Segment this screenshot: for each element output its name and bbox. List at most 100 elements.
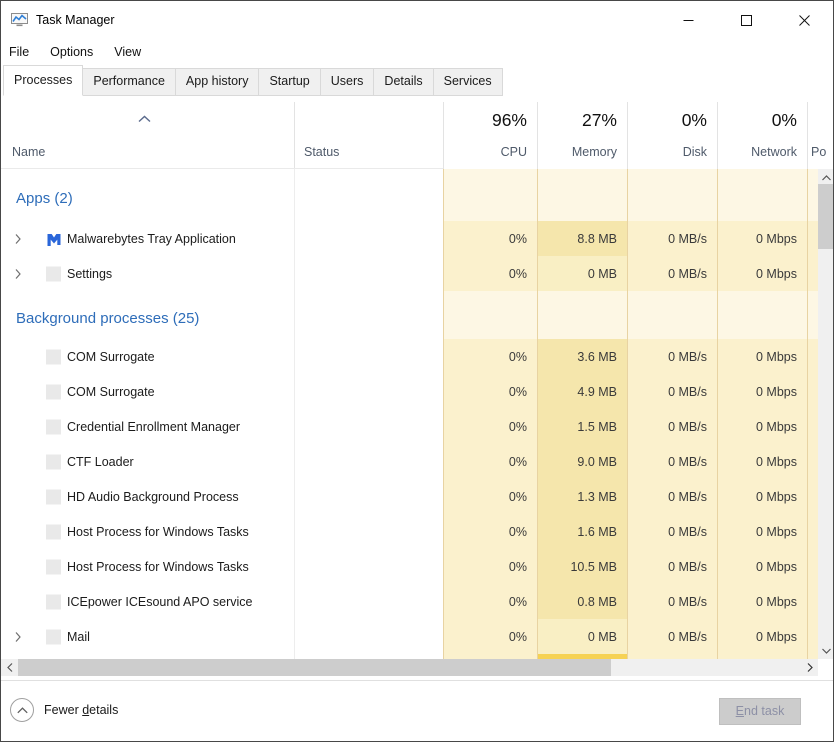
end-task-button[interactable]: End task [719,698,801,725]
process-name: COM Surrogate [67,349,155,364]
column-header-memory[interactable]: 27% Memory [538,96,627,169]
process-row[interactable]: HD Audio Background Process 0% 1.3 MB 0 MB/… [1,479,818,514]
maximize-icon [740,14,752,26]
memory-total-percent: 27% [581,110,617,130]
cpu-total-percent: 96% [491,110,527,130]
memory-cell: 4.9 MB [538,374,627,409]
power-cell-clipped [808,479,818,514]
header-divider [294,102,295,169]
group-row[interactable]: Apps (2) [1,169,818,221]
tab-startup[interactable]: Startup [258,68,321,96]
network-label: Network [751,145,797,159]
process-row[interactable]: Malwarebytes Tray Application 0% 8.8 MB 0 M… [1,221,818,256]
process-name: Host Process for Windows Tasks [67,524,249,539]
memory-cell: 10.5 MB [538,549,627,584]
memory-cell: 1.6 MB [538,514,627,549]
process-name: Malwarebytes Tray Application [67,231,236,246]
process-name: CTF Loader [67,454,134,469]
group-header-label: Background processes (25) [16,310,200,327]
column-header-network[interactable]: 0% Network [718,96,807,169]
column-header-disk[interactable]: 0% Disk [628,96,717,169]
tab-details[interactable]: Details [373,68,434,96]
cpu-cell: 0% [444,549,537,584]
vertical-scrollbar-thumb[interactable] [818,184,833,249]
power-cell-clipped [808,444,818,479]
power-cell-clipped [808,256,818,291]
process-row[interactable]: Mail 0% 0 MB 0 MB/s 0 Mbps [1,619,818,654]
process-row[interactable]: COM Surrogate 0% 4.9 MB 0 MB/s 0 Mbps [1,374,818,409]
generic-app-icon [46,594,61,609]
fewer-details-toggle[interactable]: Fewer details [10,698,118,722]
horizontal-scrollbar[interactable] [1,659,818,676]
close-button[interactable] [775,1,833,39]
process-name: ICEpower ICEsound APO service [67,594,253,609]
memory-cell: 1.5 MB [538,409,627,444]
power-cell-clipped [808,221,818,256]
scroll-right-button[interactable] [801,659,818,676]
cpu-cell: 0% [444,256,537,291]
cpu-cell: 0% [444,584,537,619]
generic-app-icon [46,454,61,469]
minimize-icon [683,19,693,21]
chevron-right-icon [807,663,813,672]
disk-cell: 0 MB/s [628,374,717,409]
scroll-left-button[interactable] [1,659,18,676]
tab-users[interactable]: Users [319,68,375,96]
column-header-cpu[interactable]: 96% CPU [444,96,537,169]
power-cell-clipped [808,619,818,654]
cpu-cell: 0% [444,619,537,654]
group-row[interactable]: Background processes (25) [1,291,818,339]
disk-cell: 0 MB/s [628,339,717,374]
column-header-row: Name Status 96% CPU 27% Memory 0% Disk 0… [1,96,833,169]
footer-bar: Fewer details End task [1,680,833,741]
process-row[interactable]: Host Process for Windows Tasks 0% 1.6 MB 0 … [1,514,818,549]
generic-app-icon [46,266,61,281]
task-manager-icon [11,11,28,28]
expand-chevron-icon[interactable] [15,268,21,279]
memory-label: Memory [571,145,617,159]
memory-cell: 9.0 MB [538,444,627,479]
menu-options[interactable]: Options [42,41,101,63]
process-name: Mail [67,629,90,644]
tab-processes[interactable]: Processes [3,65,84,96]
menu-view[interactable]: View [106,41,149,63]
expand-chevron-icon[interactable] [15,233,21,244]
disk-label: Disk [682,145,707,159]
tab-services[interactable]: Services [432,68,503,96]
cpu-cell: 0% [444,409,537,444]
power-cell-clipped [808,514,818,549]
expand-chevron-icon[interactable] [15,631,21,642]
maximize-button[interactable] [717,1,775,39]
column-header-name[interactable]: Name [12,145,45,159]
tab-app-history[interactable]: App history [174,68,260,96]
horizontal-scrollbar-thumb[interactable] [18,659,611,676]
process-row[interactable]: ICEpower ICEsound APO service 0% 0.8 MB 0 M… [1,584,818,619]
menu-file[interactable]: File [9,41,37,63]
close-icon [798,14,810,26]
disk-cell: 0 MB/s [628,221,717,256]
column-header-status[interactable]: Status [304,145,339,159]
memory-cell: 0 MB [538,619,627,654]
process-row[interactable]: Credential Enrollment Manager 0% 1.5 MB 0 M… [1,409,818,444]
scroll-down-button[interactable] [818,642,833,659]
disk-cell: 0 MB/s [628,549,717,584]
column-header-power-clipped[interactable]: Po [811,145,833,159]
memory-cell: 0 MB [538,256,627,291]
memory-cell: 0.8 MB [538,584,627,619]
process-name: Host Process for Windows Tasks [67,559,249,574]
minimize-button[interactable] [659,1,717,39]
window-controls [659,1,833,39]
process-row[interactable]: CTF Loader 0% 9.0 MB 0 MB/s 0 Mbps [1,444,818,479]
disk-total-percent: 0% [681,110,707,130]
process-row[interactable]: COM Surrogate 0% 3.6 MB 0 MB/s 0 Mbps [1,339,818,374]
network-cell: 0 Mbps [718,514,807,549]
power-cell-clipped [808,584,818,619]
generic-app-icon [46,524,61,539]
network-cell: 0 Mbps [718,374,807,409]
chevron-left-icon [6,663,12,672]
process-row[interactable]: Host Process for Windows Tasks 0% 10.5 MB 0… [1,549,818,584]
tab-performance[interactable]: Performance [82,68,176,96]
process-row[interactable]: Settings 0% 0 MB 0 MB/s 0 Mbps [1,256,818,291]
vertical-scrollbar[interactable] [818,169,833,659]
power-cell-clipped [808,374,818,409]
